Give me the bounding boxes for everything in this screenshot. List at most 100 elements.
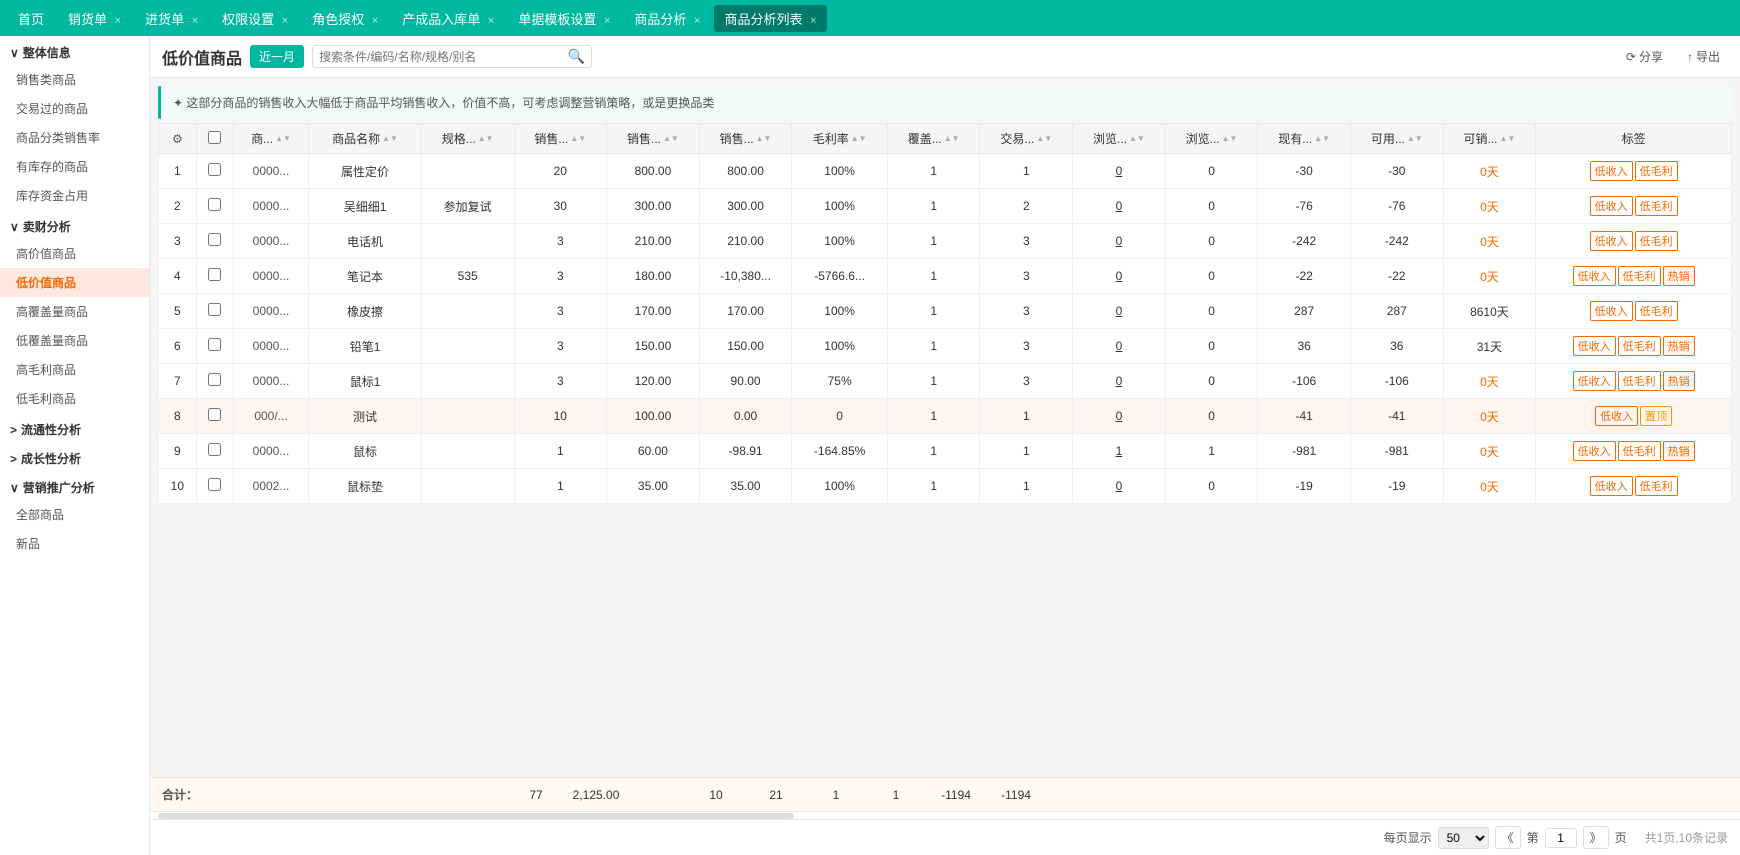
- sidebar-item-high-margin[interactable]: 高毛利商品: [0, 355, 149, 384]
- sidebar-group-flow[interactable]: > 流通性分析: [0, 413, 149, 442]
- nav-home[interactable]: 首页: [8, 5, 54, 32]
- next-page-button[interactable]: 》: [1583, 826, 1609, 849]
- cell-browse1[interactable]: 0: [1073, 469, 1166, 504]
- row-checkbox[interactable]: [208, 198, 221, 211]
- sidebar-item-category-rate[interactable]: 商品分类销售率: [0, 123, 149, 152]
- sidebar-item-new-goods[interactable]: 新品: [0, 529, 149, 558]
- cell-browse1[interactable]: 0: [1073, 224, 1166, 259]
- close-icon[interactable]: ×: [488, 15, 494, 27]
- col-spec[interactable]: 规格...▲▼: [421, 124, 514, 154]
- col-deals[interactable]: 交易...▲▼: [980, 124, 1073, 154]
- search-input[interactable]: [319, 50, 568, 64]
- sidebar-group-overall[interactable]: ∨ 整体信息: [0, 36, 149, 65]
- cell-checkbox[interactable]: [196, 189, 233, 224]
- col-name[interactable]: 商品名称▲▼: [309, 124, 422, 154]
- col-avail[interactable]: 可用...▲▼: [1350, 124, 1443, 154]
- nav-product-analysis[interactable]: 商品分析 ×: [624, 5, 710, 32]
- cell-margin: 100%: [792, 189, 887, 224]
- search-box[interactable]: 🔍: [312, 45, 592, 68]
- nav-role-auth[interactable]: 角色授权 ×: [302, 5, 388, 32]
- period-button[interactable]: 近一月: [250, 45, 304, 68]
- col-sellable[interactable]: 可销...▲▼: [1443, 124, 1536, 154]
- nav-product-analysis-list[interactable]: 商品分析列表 ×: [714, 5, 826, 32]
- sidebar-item-sales-goods[interactable]: 销售类商品: [0, 65, 149, 94]
- sidebar-group-marketing[interactable]: ∨ 营销推广分析: [0, 471, 149, 500]
- sidebar-item-low-coverage[interactable]: 低覆盖量商品: [0, 326, 149, 355]
- cell-checkbox[interactable]: [196, 469, 233, 504]
- cell-checkbox[interactable]: [196, 259, 233, 294]
- cell-checkbox[interactable]: [196, 224, 233, 259]
- col-browse1[interactable]: 浏览...▲▼: [1073, 124, 1166, 154]
- row-checkbox[interactable]: [208, 338, 221, 351]
- cell-browse1[interactable]: 0: [1073, 329, 1166, 364]
- close-icon[interactable]: ×: [372, 15, 378, 27]
- sidebar-item-capital[interactable]: 库存资金占用: [0, 181, 149, 210]
- sidebar-item-high-value[interactable]: 高价值商品: [0, 239, 149, 268]
- sidebar-item-low-value[interactable]: 低价值商品: [0, 268, 149, 297]
- cell-browse1[interactable]: 0: [1073, 259, 1166, 294]
- cell-checkbox[interactable]: [196, 399, 233, 434]
- cell-browse1[interactable]: 0: [1073, 154, 1166, 189]
- cell-checkbox[interactable]: [196, 154, 233, 189]
- row-checkbox[interactable]: [208, 443, 221, 456]
- row-checkbox[interactable]: [208, 233, 221, 246]
- prev-page-button[interactable]: 《: [1495, 826, 1521, 849]
- col-sale-price[interactable]: 销售...▲▼: [699, 124, 792, 154]
- sidebar-item-high-coverage[interactable]: 高覆盖量商品: [0, 297, 149, 326]
- col-code[interactable]: 商...▲▼: [233, 124, 308, 154]
- page-size-select[interactable]: 50 100 200: [1438, 827, 1489, 849]
- share-button[interactable]: ⟳ 分享: [1618, 44, 1671, 69]
- select-all-checkbox[interactable]: [208, 131, 221, 144]
- cell-browse1[interactable]: 0: [1073, 399, 1166, 434]
- cell-stock: -22: [1258, 259, 1351, 294]
- close-icon[interactable]: ×: [694, 15, 700, 27]
- close-icon[interactable]: ×: [192, 15, 198, 27]
- nav-template-settings[interactable]: 单据模板设置 ×: [508, 5, 620, 32]
- row-checkbox[interactable]: [208, 373, 221, 386]
- close-icon[interactable]: ×: [604, 15, 610, 27]
- cell-stock: -76: [1258, 189, 1351, 224]
- row-checkbox[interactable]: [208, 163, 221, 176]
- sidebar-item-low-margin[interactable]: 低毛利商品: [0, 384, 149, 413]
- cell-checkbox[interactable]: [196, 329, 233, 364]
- nav-product-entry[interactable]: 产成品入库单 ×: [392, 5, 504, 32]
- cell-browse1[interactable]: 1: [1073, 434, 1166, 469]
- nav-permissions[interactable]: 权限设置 ×: [212, 5, 298, 32]
- close-icon[interactable]: ×: [115, 15, 121, 27]
- nav-purchase-order[interactable]: 进货单 ×: [135, 5, 208, 32]
- cell-checkbox[interactable]: [196, 294, 233, 329]
- cell-browse1[interactable]: 0: [1073, 294, 1166, 329]
- col-checkbox[interactable]: [196, 124, 233, 154]
- col-settings[interactable]: ⚙: [159, 124, 197, 154]
- row-checkbox[interactable]: [208, 268, 221, 281]
- cell-checkbox[interactable]: [196, 364, 233, 399]
- cell-browse1[interactable]: 0: [1073, 189, 1166, 224]
- row-checkbox[interactable]: [208, 478, 221, 491]
- sidebar-item-stock-goods[interactable]: 有库存的商品: [0, 152, 149, 181]
- col-sale-amt[interactable]: 销售...▲▼: [607, 124, 700, 154]
- col-margin[interactable]: 毛利率▲▼: [792, 124, 887, 154]
- close-icon[interactable]: ×: [810, 15, 816, 27]
- export-button[interactable]: ↑ 导出: [1679, 44, 1728, 69]
- search-icon[interactable]: 🔍: [568, 48, 585, 65]
- cell-no: 8: [159, 399, 197, 434]
- col-stock[interactable]: 现有...▲▼: [1258, 124, 1351, 154]
- sidebar-item-traded-goods[interactable]: 交易过的商品: [0, 94, 149, 123]
- cell-tags: 低收入低毛利: [1536, 189, 1732, 224]
- cell-browse1[interactable]: 0: [1073, 364, 1166, 399]
- row-checkbox[interactable]: [208, 408, 221, 421]
- sidebar-group-growth[interactable]: > 成长性分析: [0, 442, 149, 471]
- tag-label: 低收入: [1590, 231, 1633, 251]
- sidebar-group-financial[interactable]: ∨ 卖财分析: [0, 210, 149, 239]
- cell-checkbox[interactable]: [196, 434, 233, 469]
- sidebar-item-all-goods[interactable]: 全部商品: [0, 500, 149, 529]
- col-browse2[interactable]: 浏览...▲▼: [1165, 124, 1258, 154]
- col-sale-qty[interactable]: 销售...▲▼: [514, 124, 607, 154]
- close-icon[interactable]: ×: [282, 15, 288, 27]
- row-checkbox[interactable]: [208, 303, 221, 316]
- page-number-input[interactable]: [1545, 828, 1577, 848]
- settings-icon[interactable]: ⚙: [172, 132, 183, 146]
- nav-sales-order[interactable]: 销货单 ×: [58, 5, 131, 32]
- col-coverage[interactable]: 覆盖...▲▼: [887, 124, 980, 154]
- cell-coverage: 1: [887, 364, 980, 399]
